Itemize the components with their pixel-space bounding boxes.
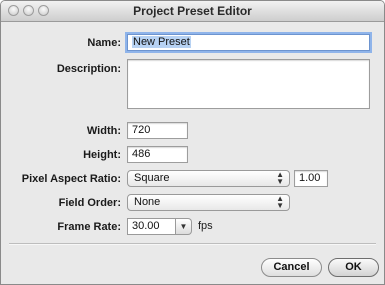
- preset-editor-window: Project Preset Editor Name: New Preset D…: [0, 0, 385, 285]
- description-label: Description:: [56, 63, 121, 75]
- divider: [9, 243, 376, 245]
- name-field-value: New Preset: [132, 36, 191, 48]
- width-label: Width:: [86, 125, 121, 137]
- ok-button[interactable]: OK: [328, 258, 379, 277]
- up-down-arrows-icon: ▲ ▼: [276, 170, 284, 186]
- width-field[interactable]: 720: [127, 122, 188, 139]
- pixel-aspect-ratio-selected: Square: [134, 172, 170, 184]
- height-label: Height:: [83, 149, 121, 161]
- cancel-button[interactable]: Cancel: [261, 258, 322, 277]
- pixel-aspect-ratio-label: Pixel Aspect Ratio:: [21, 173, 121, 185]
- field-order-selected: None: [134, 196, 161, 208]
- window-title: Project Preset Editor: [133, 4, 252, 18]
- frame-rate-label: Frame Rate:: [57, 221, 121, 233]
- field-order-popup[interactable]: None ▲ ▼: [127, 194, 290, 211]
- title-bar: Project Preset Editor: [1, 1, 384, 22]
- chevron-down-icon: ▼: [179, 222, 188, 231]
- pixel-aspect-ratio-popup[interactable]: Square ▲ ▼: [127, 170, 290, 187]
- name-field[interactable]: New Preset: [127, 34, 370, 51]
- height-field[interactable]: 486: [127, 146, 188, 163]
- name-label: Name:: [87, 37, 121, 49]
- description-field[interactable]: [127, 59, 370, 109]
- field-order-label: Field Order:: [58, 197, 121, 209]
- pixel-aspect-ratio-value-field[interactable]: 1.00: [294, 170, 328, 187]
- frame-rate-unit: fps: [198, 220, 213, 232]
- frame-rate-combo-field[interactable]: 30.00: [127, 218, 176, 235]
- up-down-arrows-icon: ▲ ▼: [276, 194, 284, 210]
- frame-rate-dropdown-button[interactable]: ▼: [176, 218, 192, 235]
